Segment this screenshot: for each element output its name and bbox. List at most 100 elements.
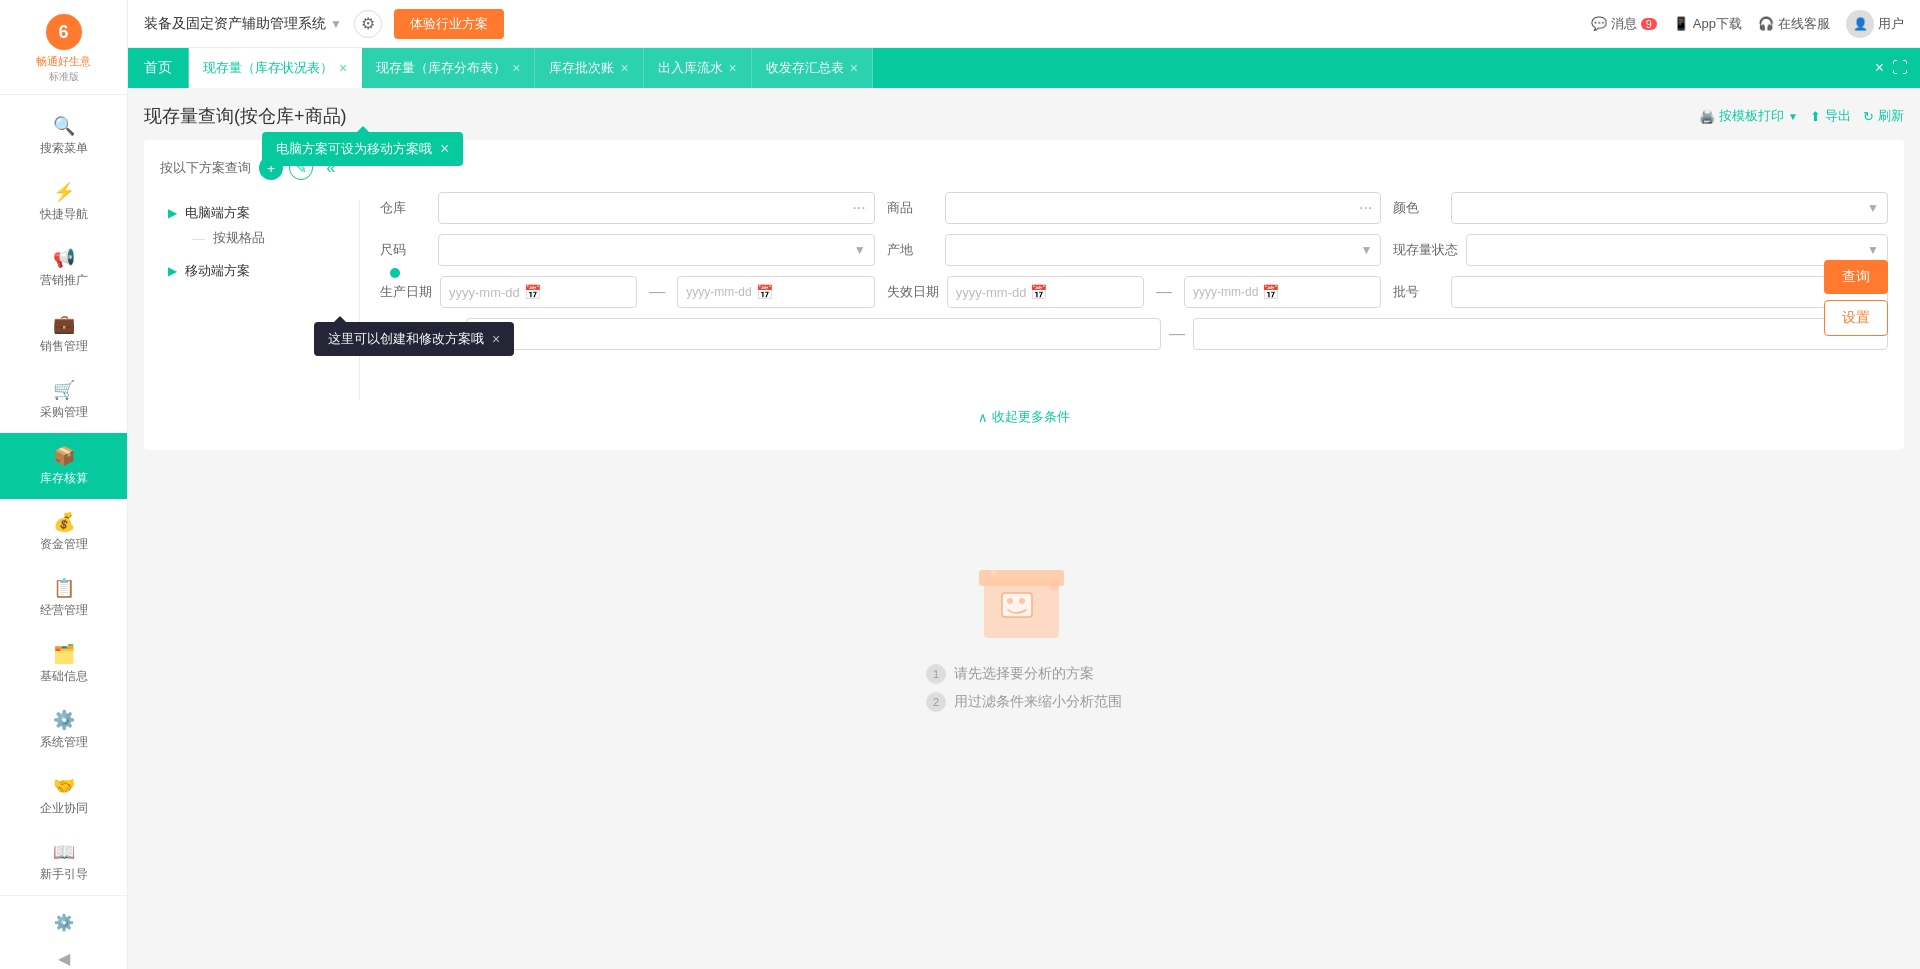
stock-qty-to[interactable] [1193,318,1888,350]
top-header: 装备及固定资产辅助管理系统 ▼ ⚙ 体验行业方案 💬 消息 9 📱 App下载 … [128,0,1920,48]
date-separator: — [645,283,669,301]
main-area: 装备及固定资产辅助管理系统 ▼ ⚙ 体验行业方案 💬 消息 9 📱 App下载 … [128,0,1920,969]
scheme-tree: ▶ 电脑端方案 — 按规格品 ▶ 移动端方案 [160,200,360,400]
origin-label: 产地 [887,241,937,259]
sidebar-item-search[interactable]: 🔍 搜索菜单 [0,103,127,169]
size-select[interactable]: ▼ [438,234,875,266]
svg-point-6 [991,570,997,576]
settings-bottom-icon[interactable]: ⚙️ [50,908,78,936]
expire-date-label: 失效日期 [887,283,939,301]
scheme-mobile[interactable]: ▶ 移动端方案 [160,258,343,284]
page-title-bar: 现存量查询(按仓库+商品) 🖨️ 按模板打印 ▼ ⬆ 导出 ↻ 刷新 [144,104,1904,128]
prod-date-from-value: yyyy-mm-dd [449,285,520,300]
tab-close-icon[interactable]: × [512,60,520,76]
logo-icon: 6 [46,14,82,50]
tab-close-icon[interactable]: × [729,60,737,76]
sidebar-item-basic[interactable]: 🗂️ 基础信息 [0,631,127,697]
sidebar-item-marketing[interactable]: 📢 营销推广 [0,235,127,301]
sidebar-item-system[interactable]: ⚙️ 系统管理 [0,697,127,763]
step2-label: 用过滤条件来缩小分析范围 [954,693,1122,711]
sidebar-item-sales[interactable]: 💼 销售管理 [0,301,127,367]
scheme-sub-label: 按规格品 [213,229,265,247]
logo-area: 6 畅通好生意 标准版 [0,0,127,95]
tab-close-all-icon[interactable]: × [1875,59,1884,77]
tab-fullscreen-icon[interactable]: ⛶ [1892,59,1908,77]
export-btn[interactable]: ⬆ 导出 [1810,107,1851,125]
scheme-tooltip-text: 电脑方案可设为移动方案哦 [276,140,432,158]
user-action[interactable]: 👤 用户 [1846,10,1904,38]
tab-flow[interactable]: 出入库流水 × [644,48,752,88]
message-action[interactable]: 💬 消息 9 [1591,15,1657,33]
batch-input[interactable] [1451,276,1888,308]
collapse-label: 收起更多条件 [992,408,1070,426]
settings-button[interactable]: ⚙ [354,10,382,38]
support-action[interactable]: 🎧 在线客服 [1758,15,1830,33]
purchase-icon: 🛒 [53,379,75,401]
tab-home[interactable]: 首页 [128,48,189,88]
logo-name: 畅通好生意 [36,54,91,68]
origin-select[interactable]: ▼ [945,234,1382,266]
tab-receive-summary[interactable]: 收发存汇总表 × [752,48,873,88]
sidebar-item-enterprise[interactable]: 🤝 企业协同 [0,763,127,829]
message-icon: 💬 [1591,16,1607,31]
dropdown-arrow-origin: ▼ [1360,243,1372,257]
operations-icon: 📋 [53,577,75,599]
sidebar-item-label: 快捷导航 [40,206,88,223]
stock-qty-from[interactable] [466,318,1161,350]
app-download-label: App下载 [1693,15,1742,33]
sidebar-item-label: 基础信息 [40,668,88,685]
print-btn[interactable]: 🖨️ 按模板打印 ▼ [1699,107,1798,125]
filter-row-2: 尺码 ▼ 产地 ▼ 现存量状态 [380,234,1888,266]
svg-point-5 [1049,581,1059,591]
collapse-row: ∧ 收起更多条件 [160,400,1888,434]
system-title-select[interactable]: 装备及固定资产辅助管理系统 ▼ [144,15,342,33]
sidebar-item-guide[interactable]: 📖 新手引导 [0,829,127,895]
export-icon: ⬆ [1810,109,1821,124]
sidebar-item-purchase[interactable]: 🛒 采购管理 [0,367,127,433]
tab-batch-ledger[interactable]: 库存批次账 × [535,48,643,88]
scheme-desktop-item[interactable]: — 按规格品 [184,226,343,250]
color-select[interactable]: ▼ [1451,192,1888,224]
sidebar-item-operations[interactable]: 📋 经营管理 [0,565,127,631]
sidebar-item-inventory[interactable]: 📦 库存核算 [0,433,127,499]
scheme-tooltip-close[interactable]: × [440,140,449,158]
tab-inventory-dist[interactable]: 现存量（库存分布表） × [362,48,535,88]
expire-date-from[interactable]: yyyy-mm-dd 📅 [947,276,1144,308]
prod-date-from[interactable]: yyyy-mm-dd 📅 [440,276,637,308]
scheme-sub-dash: — [192,231,205,246]
headset-icon: 🎧 [1758,16,1774,31]
reset-btn[interactable]: 设置 [1824,300,1888,336]
tab-inventory-status[interactable]: 现存量（库存状况表） × [189,48,362,88]
collapse-btn[interactable]: ∧ 收起更多条件 [978,408,1070,426]
query-btn[interactable]: 查询 [1824,260,1888,294]
tab-close-icon[interactable]: × [620,60,628,76]
refresh-btn[interactable]: ↻ 刷新 [1863,107,1904,125]
scheme-desktop[interactable]: ▶ 电脑端方案 [160,200,343,226]
dots-icon[interactable]: ··· [852,199,865,217]
dropdown-arrow-icon: ▼ [1867,201,1879,215]
expire-date-to[interactable]: yyyy-mm-dd 📅 [1184,276,1381,308]
tab-label: 现存量（库存分布表） [376,59,506,77]
export-label: 导出 [1825,107,1851,125]
sidebar-nav: 🔍 搜索菜单 ⚡ 快捷导航 📢 营销推广 💼 销售管理 🛒 采购管理 📦 库存核… [0,95,127,895]
create-tooltip-close[interactable]: × [492,331,500,347]
scheme-mobile-label: 移动端方案 [185,262,250,280]
sidebar-item-label: 系统管理 [40,734,88,751]
tab-close-icon[interactable]: × [339,60,347,76]
stock-status-label: 现存量状态 [1393,241,1458,259]
trial-btn[interactable]: 体验行业方案 [394,9,504,39]
tab-bar: 首页 现存量（库存状况表） × 现存量（库存分布表） × 库存批次账 × 出入库… [128,48,1920,88]
app-download-action[interactable]: 📱 App下载 [1673,15,1742,33]
sidebar: 6 畅通好生意 标准版 🔍 搜索菜单 ⚡ 快捷导航 📢 营销推广 💼 销售管理 … [0,0,128,969]
warehouse-select[interactable]: ··· [438,192,875,224]
tab-close-icon[interactable]: × [850,60,858,76]
sidebar-item-quick[interactable]: ⚡ 快捷导航 [0,169,127,235]
goods-select[interactable]: ··· [945,192,1382,224]
sidebar-item-finance[interactable]: 💰 资金管理 [0,499,127,565]
prod-date-to[interactable]: yyyy-mm-dd 📅 [677,276,874,308]
dots-icon-goods[interactable]: ··· [1359,199,1372,217]
collapse-sidebar-icon[interactable]: ◀ [50,944,78,969]
field-prod-date: 生产日期 yyyy-mm-dd 📅 — yyyy-mm-dd 📅 [380,276,875,308]
page-title: 现存量查询(按仓库+商品) [144,104,347,128]
filter-row-3: 生产日期 yyyy-mm-dd 📅 — yyyy-mm-dd 📅 失效日期 [380,276,1888,308]
